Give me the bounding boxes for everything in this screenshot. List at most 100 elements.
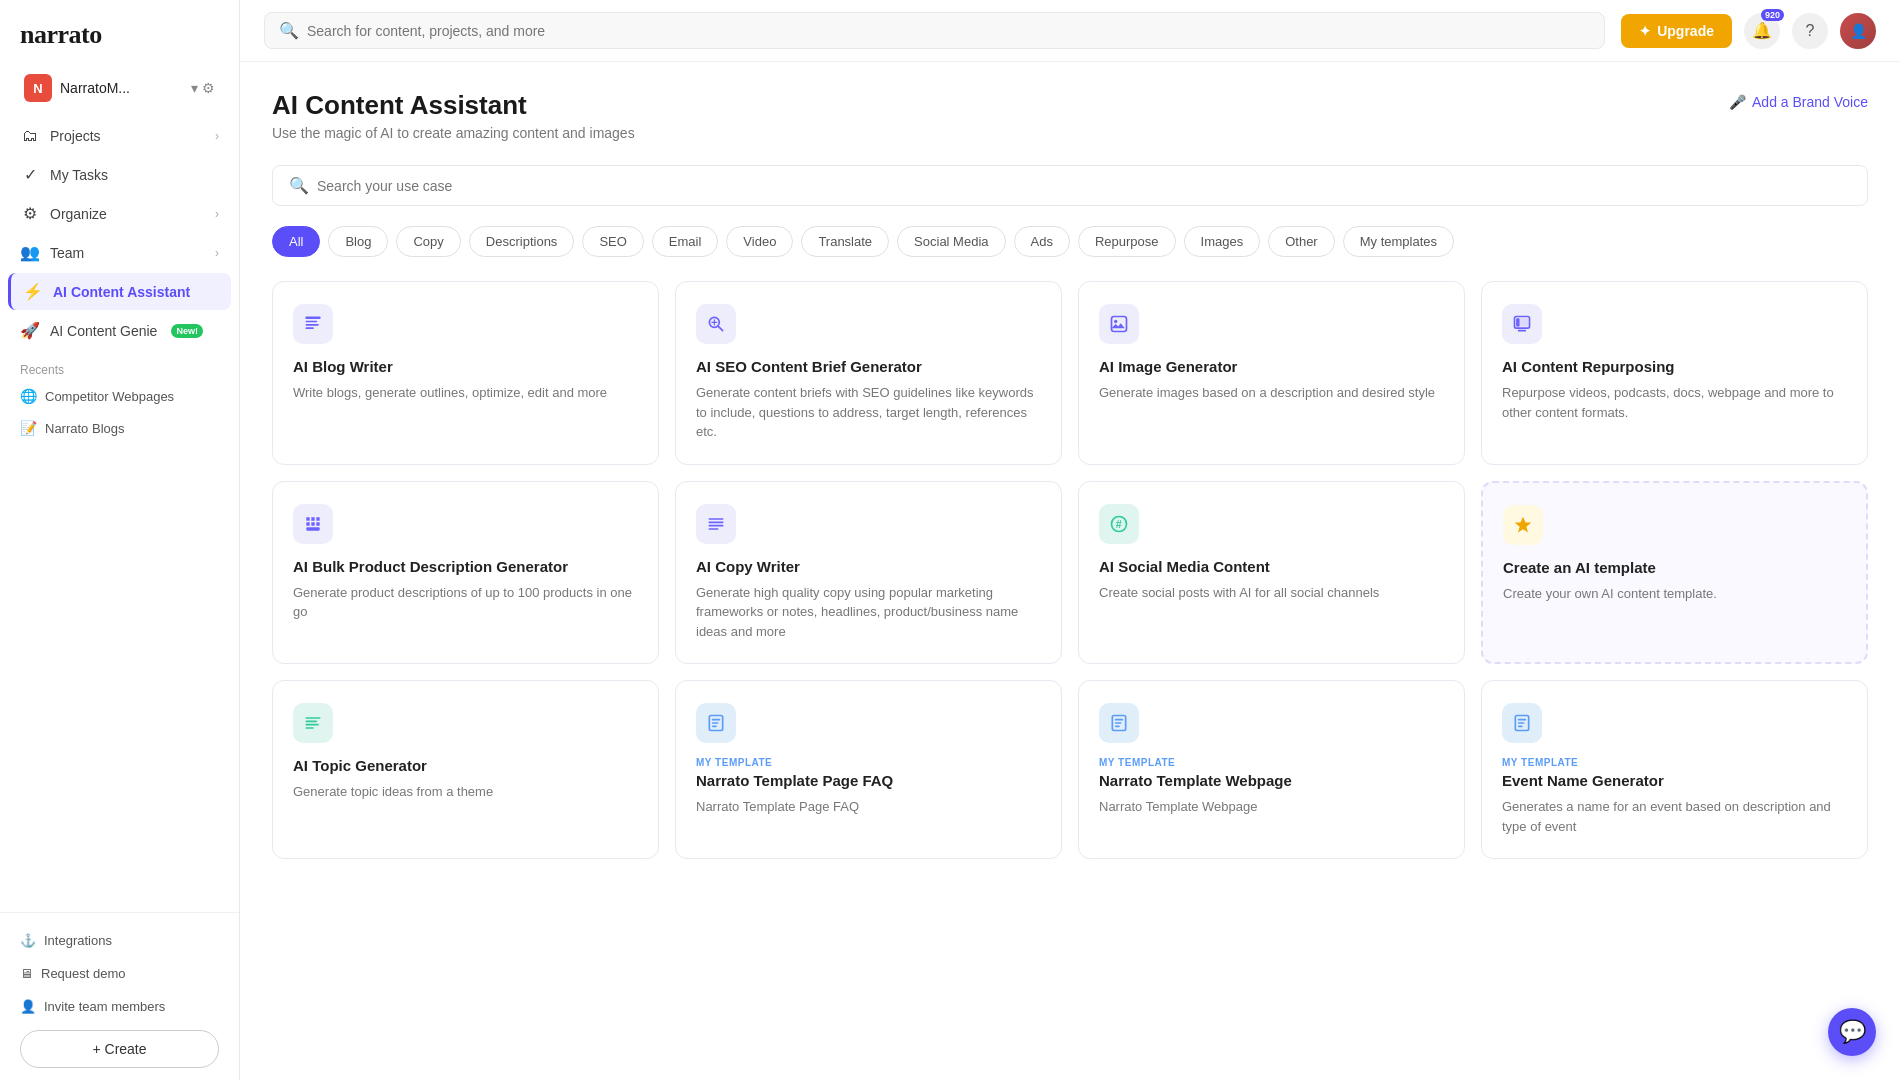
svg-rect-2 <box>306 324 319 326</box>
sidebar-item-projects[interactable]: 🗂 Projects › <box>8 118 231 154</box>
svg-rect-23 <box>306 721 318 723</box>
page-subtitle: Use the magic of AI to create amazing co… <box>272 125 635 141</box>
sidebar: narrato N NarratoM... ▾ ⚙ 🗂 Projects › ✓… <box>0 0 240 1080</box>
chat-fab-button[interactable]: 💬 <box>1828 1008 1876 1056</box>
cards-grid: AI Blog Writer Write blogs, generate out… <box>272 281 1868 859</box>
card-icon <box>293 504 333 544</box>
svg-point-9 <box>1114 320 1117 323</box>
logo: narrato <box>20 20 102 50</box>
template-badge: MY TEMPLATE <box>1502 757 1847 768</box>
filter-tab-repurpose[interactable]: Repurpose <box>1078 226 1176 257</box>
card-icon <box>1502 703 1542 743</box>
sidebar-item-organize[interactable]: ⚙ Organize › <box>8 195 231 232</box>
card-title: AI Social Media Content <box>1099 558 1444 575</box>
sidebar-item-my-tasks[interactable]: ✓ My Tasks <box>8 156 231 193</box>
integrations-link[interactable]: ⚓ Integrations <box>8 925 231 956</box>
sidebar-item-ai-content-assistant[interactable]: ⚡ AI Content Assistant <box>8 273 231 310</box>
template-badge: MY TEMPLATE <box>696 757 1041 768</box>
filter-tab-social-media[interactable]: Social Media <box>897 226 1005 257</box>
brand-voice-label: Add a Brand Voice <box>1752 94 1868 110</box>
filter-tab-images[interactable]: Images <box>1184 226 1261 257</box>
card-title: AI Topic Generator <box>293 757 638 774</box>
card-desc: Generate content briefs with SEO guideli… <box>696 383 1041 442</box>
bell-icon: 🔔 <box>1752 21 1772 40</box>
notifications-button[interactable]: 🔔 920 <box>1744 13 1780 49</box>
filter-tab-descriptions[interactable]: Descriptions <box>469 226 575 257</box>
new-badge: New! <box>171 324 203 338</box>
card-ai-seo-brief[interactable]: AI SEO Content Brief Generator Generate … <box>675 281 1062 465</box>
svg-line-5 <box>718 326 723 331</box>
card-ai-content-repurposing[interactable]: AI Content Repurposing Repurpose videos,… <box>1481 281 1868 465</box>
svg-rect-15 <box>709 518 724 520</box>
card-title: Narrato Template Page FAQ <box>696 772 1041 789</box>
chat-icon: 💬 <box>1839 1019 1866 1045</box>
sidebar-item-label: AI Content Assistant <box>53 284 190 300</box>
recent-item-competitor-webpages[interactable]: 🌐 Competitor Webpages <box>8 381 231 411</box>
card-ai-bulk-product[interactable]: AI Bulk Product Description Generator Ge… <box>272 481 659 665</box>
help-button[interactable]: ? <box>1792 13 1828 49</box>
chevron-icon: › <box>215 207 219 221</box>
card-icon <box>1099 304 1139 344</box>
filter-tab-copy[interactable]: Copy <box>396 226 460 257</box>
logo-area: narrato <box>0 0 239 66</box>
use-case-input[interactable] <box>317 178 1851 194</box>
sidebar-item-label: My Tasks <box>50 167 108 183</box>
svg-rect-31 <box>1115 719 1123 721</box>
main-content: 🔍 ✦ Upgrade 🔔 920 ? 👤 AI Content Assista… <box>240 0 1900 1080</box>
card-ai-topic-generator[interactable]: AI Topic Generator Generate topic ideas … <box>272 680 659 859</box>
filter-tab-seo[interactable]: SEO <box>582 226 643 257</box>
template-badge: MY TEMPLATE <box>1099 757 1444 768</box>
filter-tab-blog[interactable]: Blog <box>328 226 388 257</box>
search-input[interactable] <box>307 23 1590 39</box>
help-icon: ? <box>1806 22 1815 40</box>
svg-rect-29 <box>712 726 717 728</box>
card-ai-copy-writer[interactable]: AI Copy Writer Generate high quality cop… <box>675 481 1062 665</box>
card-ai-blog-writer[interactable]: AI Blog Writer Write blogs, generate out… <box>272 281 659 465</box>
user-avatar[interactable]: 👤 <box>1840 13 1876 49</box>
svg-marker-21 <box>1515 516 1532 532</box>
team-icon: 👥 <box>20 243 40 262</box>
filter-tab-email[interactable]: Email <box>652 226 719 257</box>
upgrade-button[interactable]: ✦ Upgrade <box>1621 14 1732 48</box>
recent-item-narrato-blogs[interactable]: 📝 Narrato Blogs <box>8 413 231 443</box>
recent-item-label: Competitor Webpages <box>45 389 174 404</box>
integrations-icon: ⚓ <box>20 933 36 948</box>
add-brand-voice-button[interactable]: 🎤 Add a Brand Voice <box>1729 90 1868 110</box>
upgrade-label: Upgrade <box>1657 23 1714 39</box>
use-case-search-bar[interactable]: 🔍 <box>272 165 1868 206</box>
card-create-ai-template[interactable]: Create an AI template Create your own AI… <box>1481 481 1868 665</box>
sidebar-bottom: ⚓ Integrations 🖥 Request demo 👤 Invite t… <box>0 912 239 1080</box>
request-demo-link[interactable]: 🖥 Request demo <box>8 958 231 989</box>
workspace-settings-icon[interactable]: ⚙ <box>202 80 215 96</box>
card-icon <box>293 703 333 743</box>
workspace-chevron-icon[interactable]: ▾ <box>191 80 198 96</box>
global-search[interactable]: 🔍 <box>264 12 1605 49</box>
invite-team-link[interactable]: 👤 Invite team members <box>8 991 231 1022</box>
svg-rect-18 <box>709 528 719 530</box>
card-icon <box>293 304 333 344</box>
chevron-icon: › <box>215 129 219 143</box>
filter-tab-ads[interactable]: Ads <box>1014 226 1070 257</box>
svg-text:#: # <box>1116 518 1122 530</box>
card-event-name-generator[interactable]: MY TEMPLATE Event Name Generator Generat… <box>1481 680 1868 859</box>
svg-rect-27 <box>712 719 720 721</box>
sidebar-item-team[interactable]: 👥 Team › <box>8 234 231 271</box>
card-narrato-template-faq[interactable]: MY TEMPLATE Narrato Template Page FAQ Na… <box>675 680 1062 859</box>
filter-tab-video[interactable]: Video <box>726 226 793 257</box>
card-ai-social-media[interactable]: # AI Social Media Content Create social … <box>1078 481 1465 665</box>
card-title: Narrato Template Webpage <box>1099 772 1444 789</box>
sidebar-item-label: AI Content Genie <box>50 323 157 339</box>
create-button[interactable]: + Create <box>20 1030 219 1068</box>
demo-icon: 🖥 <box>20 966 33 981</box>
filter-tab-translate[interactable]: Translate <box>801 226 889 257</box>
sidebar-item-ai-content-genie[interactable]: 🚀 AI Content Genie New! <box>8 312 231 349</box>
card-ai-image-generator[interactable]: AI Image Generator Generate images based… <box>1078 281 1465 465</box>
ai-assistant-icon: ⚡ <box>23 282 43 301</box>
card-narrato-template-webpage[interactable]: MY TEMPLATE Narrato Template Webpage Nar… <box>1078 680 1465 859</box>
filter-tab-all[interactable]: All <box>272 226 320 257</box>
notification-badge: 920 <box>1761 9 1784 21</box>
filter-tab-other[interactable]: Other <box>1268 226 1335 257</box>
filter-tab-my-templates[interactable]: My templates <box>1343 226 1454 257</box>
workspace-selector[interactable]: N NarratoM... ▾ ⚙ <box>8 66 231 110</box>
svg-rect-1 <box>306 321 318 323</box>
